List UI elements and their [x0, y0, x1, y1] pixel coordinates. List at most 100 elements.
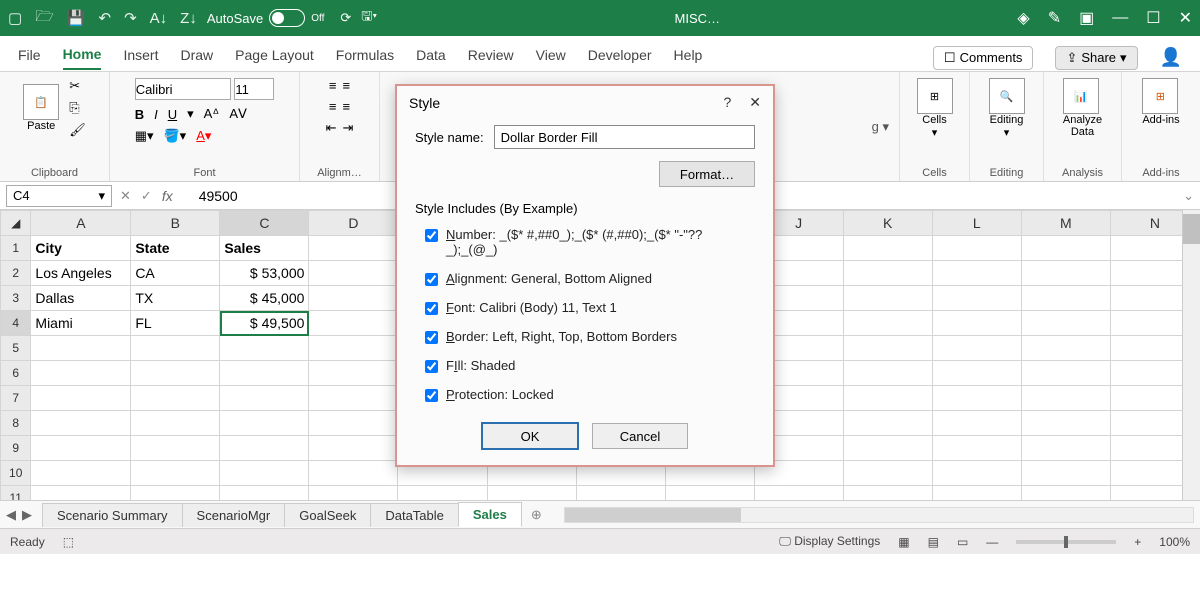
cancel-button[interactable]: Cancel [592, 423, 688, 449]
macro-record-icon[interactable]: ⬚ [63, 535, 74, 549]
row-hdr-8[interactable]: 8 [1, 411, 31, 436]
cell-A1[interactable]: City [31, 236, 131, 261]
sort-asc-icon[interactable]: A↓ [150, 10, 168, 27]
row-hdr-4[interactable]: 4 [1, 311, 31, 336]
sheet-nav-next-icon[interactable]: ▶ [22, 507, 32, 523]
formula-value[interactable]: 49500 [181, 188, 238, 204]
zoom-out-icon[interactable]: — [986, 535, 998, 549]
check-protection[interactable]: Protection: Locked [397, 380, 773, 409]
cell-B1[interactable]: State [131, 236, 220, 261]
toggle-off-icon[interactable] [269, 9, 305, 27]
help-icon[interactable]: ? [723, 94, 731, 111]
align-center-icon[interactable]: ≡ [343, 99, 351, 114]
tab-view[interactable]: View [536, 47, 566, 69]
cell-C4-selected[interactable]: $ 49,500 [220, 311, 309, 336]
font-color-icon[interactable]: A▾ [196, 128, 211, 144]
tab-page-layout[interactable]: Page Layout [235, 47, 314, 69]
check-fill[interactable]: FIll: Shaded [397, 351, 773, 380]
editing-button[interactable]: 🔍 Editing▾ [989, 78, 1025, 139]
col-C[interactable]: C [220, 211, 309, 236]
sheet-tab-scenariomgr[interactable]: ScenarioMgr [182, 503, 286, 527]
wand-icon[interactable]: ✎ [1048, 8, 1061, 28]
font-name-select[interactable] [135, 78, 231, 100]
format-painter-icon[interactable]: 🖌 [69, 122, 86, 138]
tab-file[interactable]: File [18, 47, 41, 69]
col-A[interactable]: A [31, 211, 131, 236]
share-button[interactable]: ⇪ Share ▾ [1055, 46, 1137, 70]
col-D[interactable]: D [309, 211, 398, 236]
row-hdr-7[interactable]: 7 [1, 386, 31, 411]
new-file-icon[interactable]: ▢ [8, 9, 22, 27]
tab-help[interactable]: Help [674, 47, 703, 69]
tab-review[interactable]: Review [468, 47, 514, 69]
font-size-select[interactable] [234, 78, 274, 100]
row-hdr-2[interactable]: 2 [1, 261, 31, 286]
row-hdr-3[interactable]: 3 [1, 286, 31, 311]
vertical-scrollbar[interactable] [1182, 210, 1200, 500]
sheet-tab-goalseek[interactable]: GoalSeek [284, 503, 371, 527]
zoom-slider[interactable] [1016, 540, 1116, 544]
window-icon[interactable]: ▣ [1079, 8, 1094, 28]
tab-formulas[interactable]: Formulas [336, 47, 394, 69]
align-top-icon[interactable]: ≡ [329, 78, 337, 93]
wrap-text-fragment[interactable]: g ▾ [872, 119, 889, 135]
grow-font-icon[interactable]: Aᐞ [204, 106, 220, 122]
maximize-icon[interactable]: ☐ [1146, 8, 1160, 28]
zoom-in-icon[interactable]: + [1134, 535, 1141, 549]
sheet-nav-prev-icon[interactable]: ◀ [6, 507, 16, 523]
cell-C1[interactable]: Sales [220, 236, 309, 261]
cell-B4[interactable]: FL [131, 311, 220, 336]
col-K[interactable]: K [843, 211, 932, 236]
indent-dec-icon[interactable]: ⇤ [326, 120, 337, 136]
save-icon[interactable]: 💾 [67, 9, 86, 27]
check-fill-box[interactable] [425, 360, 438, 373]
redo-icon[interactable]: ↷ [124, 9, 137, 27]
cells-button[interactable]: ⊞ Cells▾ [917, 78, 953, 139]
accept-formula-icon[interactable]: ✓ [141, 188, 152, 204]
refresh-icon[interactable]: ⟳ [340, 10, 351, 26]
borders-icon[interactable]: ▦▾ [135, 128, 154, 144]
cell-C3[interactable]: $ 45,000 [220, 286, 309, 311]
open-file-icon[interactable]: 🗁 [35, 6, 54, 31]
user-icon[interactable]: 👤 [1160, 47, 1182, 68]
bold-icon[interactable]: B [135, 107, 144, 122]
cell-B3[interactable]: TX [131, 286, 220, 311]
tab-home[interactable]: Home [63, 46, 102, 70]
page-layout-view-icon[interactable]: ▤ [928, 535, 939, 549]
select-all-cell[interactable]: ◢ [1, 211, 31, 236]
row-hdr-6[interactable]: 6 [1, 361, 31, 386]
add-sheet-icon[interactable]: ⊕ [521, 507, 552, 523]
shrink-font-icon[interactable]: Aᐯ [229, 106, 247, 122]
tab-developer[interactable]: Developer [588, 47, 652, 69]
close-dialog-icon[interactable]: ✕ [749, 94, 761, 111]
row-hdr-1[interactable]: 1 [1, 236, 31, 261]
indent-inc-icon[interactable]: ⇥ [343, 120, 354, 136]
check-number[interactable]: Number: _($* #,##0_);_($* (#,##0);_($* "… [397, 220, 773, 264]
minimize-icon[interactable]: — [1112, 9, 1128, 27]
save-icon-2[interactable]: 🖫▾ [361, 7, 377, 29]
row-hdr-11[interactable]: 11 [1, 486, 31, 501]
addins-button[interactable]: ⊞ Add-ins [1142, 78, 1179, 126]
sheet-tab-sales[interactable]: Sales [458, 502, 522, 527]
tab-data[interactable]: Data [416, 47, 446, 69]
normal-view-icon[interactable]: ▦ [898, 535, 909, 549]
comments-button[interactable]: ☐ Comments [933, 46, 1034, 70]
paste-button[interactable]: 📋 Paste [23, 84, 59, 132]
fx-icon[interactable]: fx [162, 188, 173, 204]
align-left-icon[interactable]: ≡ [329, 99, 337, 114]
page-break-view-icon[interactable]: ▭ [957, 535, 968, 549]
tab-draw[interactable]: Draw [180, 47, 213, 69]
row-hdr-10[interactable]: 10 [1, 461, 31, 486]
col-L[interactable]: L [932, 211, 1021, 236]
check-font-box[interactable] [425, 302, 438, 315]
align-mid-icon[interactable]: ≡ [343, 78, 351, 93]
format-button[interactable]: Format… [659, 161, 755, 187]
cell-C2[interactable]: $ 53,000 [220, 261, 309, 286]
chevron-down-icon[interactable]: ▾ [98, 188, 105, 204]
close-icon[interactable]: ✕ [1179, 8, 1192, 28]
check-protection-box[interactable] [425, 389, 438, 402]
check-number-box[interactable] [425, 229, 438, 242]
name-box[interactable]: C4▾ [6, 185, 112, 207]
row-hdr-9[interactable]: 9 [1, 436, 31, 461]
tab-insert[interactable]: Insert [123, 47, 158, 69]
